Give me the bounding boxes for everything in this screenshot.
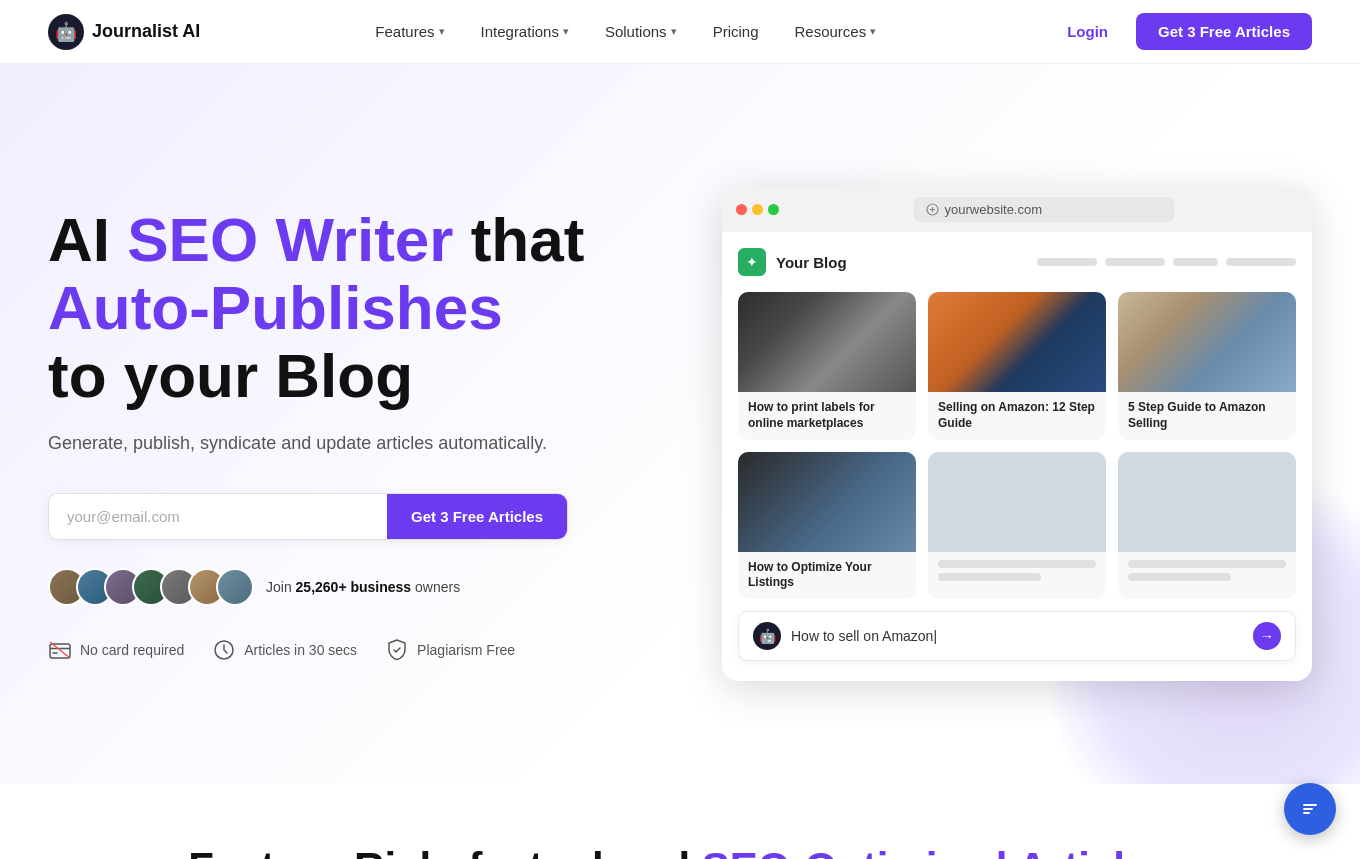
browser-dots: [736, 204, 779, 215]
hero-cta-button[interactable]: Get 3 Free Articles: [387, 494, 567, 539]
badge-articles-speed: Articles in 30 secs: [212, 638, 357, 662]
section-title-text: Feature-Rich, factual and SEO-Optimized …: [188, 844, 1171, 859]
article-title: How to Optimize Your Listings: [738, 552, 916, 599]
hero-right: yourwebsite.com Your Blog: [648, 187, 1312, 680]
hero-title-plain1: AI: [48, 205, 127, 274]
article-skeleton: [1118, 552, 1296, 594]
hero-left: AI SEO Writer that Auto-Publishes to you…: [48, 206, 648, 663]
email-input[interactable]: [49, 494, 387, 539]
dot-red: [736, 204, 747, 215]
shield-icon: [385, 638, 409, 662]
chevron-down-icon: ▾: [870, 25, 876, 38]
navbar: 🤖 Journalist AI Features ▾ Integrations …: [0, 0, 1360, 64]
article-title: 5 Step Guide to Amazon Selling: [1118, 392, 1296, 439]
article-image: [738, 452, 916, 552]
hero-section: AI SEO Writer that Auto-Publishes to you…: [0, 64, 1360, 784]
avatar: [216, 568, 254, 606]
blog-header: Your Blog: [738, 248, 1296, 276]
section-title: Feature-Rich, factual and SEO-Optimized …: [48, 844, 1312, 859]
hero-badges: No card required Articles in 30 secs Pla…: [48, 638, 648, 662]
nav-bar-placeholder: [1226, 258, 1296, 266]
logo-icon: 🤖: [48, 14, 84, 50]
nav-resources[interactable]: Resources ▾: [780, 15, 890, 48]
nav-bar-placeholder: [1173, 258, 1218, 266]
browser-url-bar: yourwebsite.com: [914, 197, 1174, 222]
chatbox: 🤖 How to sell on Amazon| →: [738, 611, 1296, 661]
blog-name: Your Blog: [776, 254, 847, 271]
article-card-placeholder: [928, 452, 1106, 599]
articles-speed-label: Articles in 30 secs: [244, 642, 357, 658]
chatbox-send-button[interactable]: →: [1253, 622, 1281, 650]
dot-yellow: [752, 204, 763, 215]
browser-url-text: yourwebsite.com: [945, 202, 1043, 217]
article-image-placeholder: [928, 452, 1106, 552]
article-card: 5 Step Guide to Amazon Selling: [1118, 292, 1296, 439]
article-image: [738, 292, 916, 392]
chatbox-avatar-icon: 🤖: [753, 622, 781, 650]
nav-links: Features ▾ Integrations ▾ Solutions ▾ Pr…: [361, 15, 890, 48]
skeleton-line: [1128, 573, 1231, 581]
skeleton-line: [938, 573, 1041, 581]
nav-solutions[interactable]: Solutions ▾: [591, 15, 691, 48]
browser-mockup: yourwebsite.com Your Blog: [722, 187, 1312, 680]
hero-title-plain2: that: [453, 205, 584, 274]
nav-bar-placeholder: [1105, 258, 1165, 266]
article-image: [1118, 292, 1296, 392]
hero-title-purple: SEO Writer: [127, 205, 453, 274]
nav-integrations[interactable]: Integrations ▾: [467, 15, 583, 48]
article-image-placeholder: [1118, 452, 1296, 552]
blog-logo-icon: [738, 248, 766, 276]
hero-subtitle: Generate, publish, syndicate and update …: [48, 430, 648, 457]
logo-text: Journalist AI: [92, 21, 200, 42]
hero-form: Get 3 Free Articles: [48, 493, 568, 540]
badge-plagiarism: Plagiarism Free: [385, 638, 515, 662]
section-title-area: Feature-Rich, factual and SEO-Optimized …: [0, 784, 1360, 859]
chevron-down-icon: ▾: [671, 25, 677, 38]
article-card-placeholder: [1118, 452, 1296, 599]
article-title: How to print labels for online marketpla…: [738, 392, 916, 439]
login-button[interactable]: Login: [1051, 15, 1124, 48]
join-text: Join 25,260+ business owners: [266, 579, 460, 595]
chevron-down-icon: ▾: [439, 25, 445, 38]
article-card: How to print labels for online marketpla…: [738, 292, 916, 439]
article-title: Selling on Amazon: 12 Step Guide: [928, 392, 1106, 439]
article-card: How to Optimize Your Listings: [738, 452, 916, 599]
nav-features[interactable]: Features ▾: [361, 15, 458, 48]
badge-no-card: No card required: [48, 638, 184, 662]
browser-body: Your Blog How to print labels for online…: [722, 232, 1312, 680]
article-skeleton: [928, 552, 1106, 594]
plagiarism-label: Plagiarism Free: [417, 642, 515, 658]
nav-pricing[interactable]: Pricing: [699, 15, 773, 48]
dot-green: [768, 204, 779, 215]
no-card-label: No card required: [80, 642, 184, 658]
avatar-stack: [48, 568, 254, 606]
hero-social-proof: Join 25,260+ business owners: [48, 568, 648, 606]
skeleton-line: [938, 560, 1096, 568]
logo[interactable]: 🤖 Journalist AI: [48, 14, 200, 50]
nav-cta-button[interactable]: Get 3 Free Articles: [1136, 13, 1312, 50]
blog-nav-items: [1037, 258, 1296, 266]
hero-title: AI SEO Writer that Auto-Publishes to you…: [48, 206, 648, 411]
chatbox-input-text[interactable]: How to sell on Amazon|: [791, 628, 1243, 644]
article-image: [928, 292, 1106, 392]
no-card-icon: [48, 638, 72, 662]
browser-bar: yourwebsite.com: [722, 187, 1312, 232]
nav-actions: Login Get 3 Free Articles: [1051, 13, 1312, 50]
clock-icon: [212, 638, 236, 662]
skeleton-line: [1128, 560, 1286, 568]
articles-grid: How to print labels for online marketpla…: [738, 292, 1296, 598]
article-card: Selling on Amazon: 12 Step Guide: [928, 292, 1106, 439]
chat-support-button[interactable]: [1284, 783, 1336, 835]
chevron-down-icon: ▾: [563, 25, 569, 38]
hero-title-line2: Auto-Publishes: [48, 273, 503, 342]
nav-bar-placeholder: [1037, 258, 1097, 266]
hero-title-line3: to your Blog: [48, 341, 413, 410]
